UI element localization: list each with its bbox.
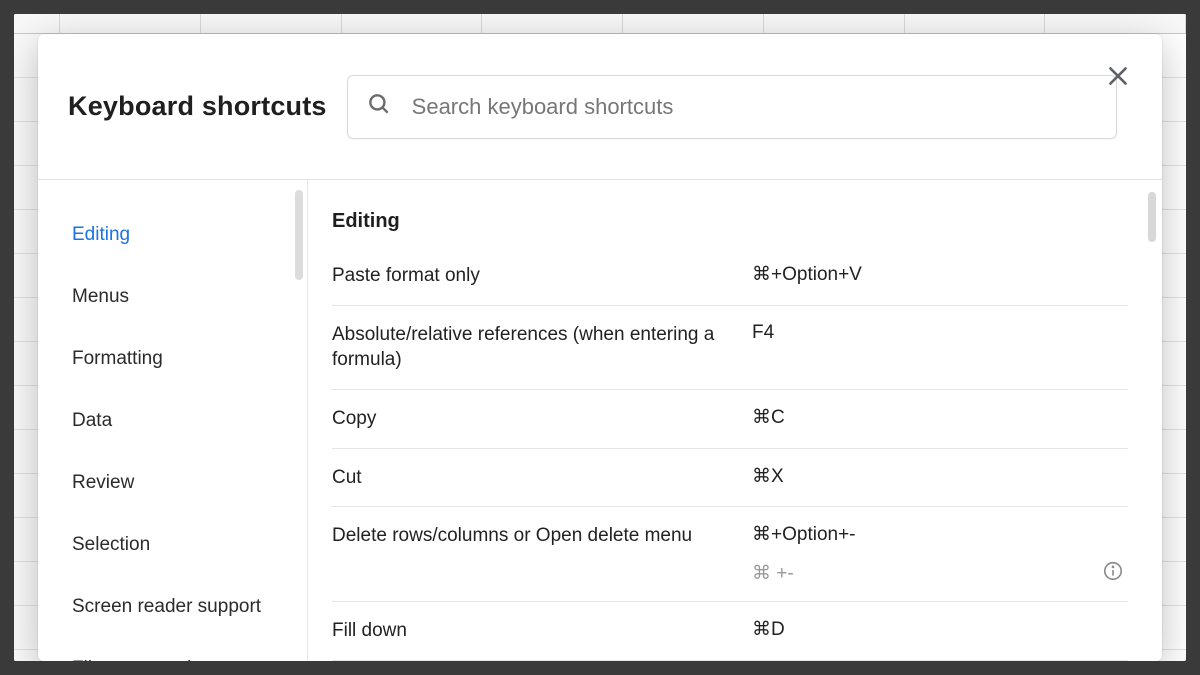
column-headers (14, 14, 1186, 34)
shortcut-keys: ⌘X (752, 465, 1128, 488)
sidebar-item-label: Editing (72, 224, 130, 245)
shortcut-row: Copy⌘C (332, 390, 1128, 449)
shortcut-keys: F4 (752, 322, 1128, 344)
shortcut-description: Paste format only (332, 263, 752, 289)
shortcut-description: Delete rows/columns or Open delete menu (332, 523, 752, 549)
sidebar-item-menus[interactable]: Menus (38, 266, 307, 328)
shortcut-key: ⌘D (752, 618, 1128, 641)
shortcut-row: Absolute/relative references (when enter… (332, 306, 1128, 390)
dialog-title: Keyboard shortcuts (68, 91, 327, 122)
sidebar-item-label: Data (72, 410, 112, 431)
close-icon (1105, 63, 1131, 94)
shortcut-keys: ⌘+Option+- ⌘ +- (752, 523, 1128, 585)
sidebar-item-label: Screen reader support (72, 596, 261, 617)
shortcut-row: Delete rows/columns or Open delete menu⌘… (332, 507, 1128, 602)
close-button[interactable] (1098, 58, 1138, 98)
section-title: Editing (332, 210, 1128, 233)
sidebar-item-selection[interactable]: Selection (38, 514, 307, 576)
shortcut-keys: ⌘C (752, 406, 1128, 429)
shortcut-key: ⌘X (752, 465, 1128, 488)
shortcut-description: Fill down (332, 618, 752, 644)
shortcut-keys: ⌘D (752, 618, 1128, 641)
shortcut-row: Paste format only⌘+Option+V (332, 247, 1128, 306)
shortcut-key: ⌘+Option+- (752, 523, 1128, 546)
sidebar-item-label: Menus (72, 286, 129, 307)
search-icon (366, 91, 392, 122)
sidebar-item-review[interactable]: Review (38, 452, 307, 514)
sidebar-item-data[interactable]: Data (38, 390, 307, 452)
category-sidebar: Editing Menus Formatting Data Review Selectio… (38, 180, 308, 661)
shortcut-key: ⌘+Option+V (752, 263, 1128, 286)
sidebar-item-file-commands[interactable]: File commands (38, 638, 307, 661)
keyboard-shortcuts-dialog: Keyboard shortcuts Edi (38, 34, 1162, 661)
dialog-header: Keyboard shortcuts (38, 34, 1162, 180)
shortcut-description: Copy (332, 406, 752, 432)
search-input[interactable] (412, 94, 1098, 120)
sidebar-item-formatting[interactable]: Formatting (38, 328, 307, 390)
shortcut-description: Cut (332, 465, 752, 491)
shortcut-keys: ⌘+Option+V (752, 263, 1128, 286)
shortcut-row: Cut⌘X (332, 449, 1128, 508)
shortcut-row: Fill down⌘D (332, 602, 1128, 661)
sidebar-item-label: Selection (72, 534, 150, 555)
info-icon[interactable] (1102, 560, 1124, 587)
sidebar-item-label: File commands (72, 658, 201, 661)
shortcut-description: Absolute/relative references (when enter… (332, 322, 752, 373)
sidebar-item-screen-reader-support[interactable]: Screen reader support (38, 576, 307, 638)
shortcut-list: Editing Paste format only⌘+Option+V Absol… (308, 180, 1162, 661)
sidebar-item-editing[interactable]: Editing (38, 204, 307, 266)
shortcut-key: ⌘C (752, 406, 1128, 429)
content-scrollbar[interactable] (1148, 192, 1156, 242)
sidebar-item-label: Formatting (72, 348, 163, 369)
sidebar-item-label: Review (72, 472, 134, 493)
shortcut-key: ⌘ +- (752, 562, 1128, 585)
shortcut-key: F4 (752, 322, 1128, 344)
sidebar-scrollbar[interactable] (295, 190, 303, 280)
search-field-wrap[interactable] (347, 75, 1117, 139)
